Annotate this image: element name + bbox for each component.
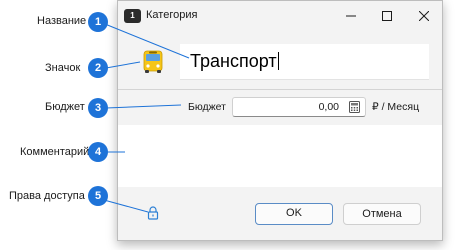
category-name-field[interactable]: Транспорт [180, 44, 429, 80]
category-name-value: Транспорт [190, 51, 279, 72]
callout-label-icon: Значок [45, 62, 81, 74]
budget-value: 0,00 [318, 101, 339, 113]
budget-label: Бюджет [188, 101, 226, 113]
window-title: Категория [146, 9, 198, 21]
text-caret [277, 52, 279, 70]
budget-unit: ₽ / Месяц [372, 101, 420, 113]
calculator-icon[interactable] [349, 101, 360, 113]
cancel-button[interactable]: Отмена [343, 203, 421, 225]
callout-label-name: Название [37, 15, 87, 27]
callout-label-comment: Комментарий [20, 146, 90, 158]
close-icon [419, 11, 429, 21]
lock-icon[interactable] [147, 206, 159, 220]
category-dialog: 1 Категория Транспорт Бюджет 0,00 ₽ / Ме… [117, 0, 443, 241]
minimize-icon [346, 15, 356, 17]
title-bar[interactable]: 1 Категория [118, 1, 442, 31]
app-icon: 1 [124, 9, 141, 23]
maximize-button[interactable] [370, 3, 404, 29]
category-icon-button[interactable] [140, 49, 166, 75]
bus-icon [143, 50, 163, 73]
callout-label-budget: Бюджет [45, 101, 85, 113]
comment-field[interactable] [118, 125, 442, 187]
callout-badge-4: 4 [88, 142, 108, 162]
minimize-button[interactable] [334, 3, 368, 29]
maximize-icon [382, 11, 392, 21]
callout-badge-5: 5 [88, 186, 108, 206]
close-button[interactable] [407, 3, 441, 29]
callout-badge-3: 3 [88, 98, 108, 118]
category-name-text: Транспорт [190, 51, 277, 71]
callout-badge-2: 2 [88, 58, 108, 78]
callout-badge-1: 1 [88, 12, 108, 32]
callout-label-access: Права доступа [9, 190, 85, 202]
divider [118, 89, 442, 90]
budget-input[interactable]: 0,00 [232, 97, 366, 117]
ok-button[interactable]: OK [255, 203, 333, 225]
